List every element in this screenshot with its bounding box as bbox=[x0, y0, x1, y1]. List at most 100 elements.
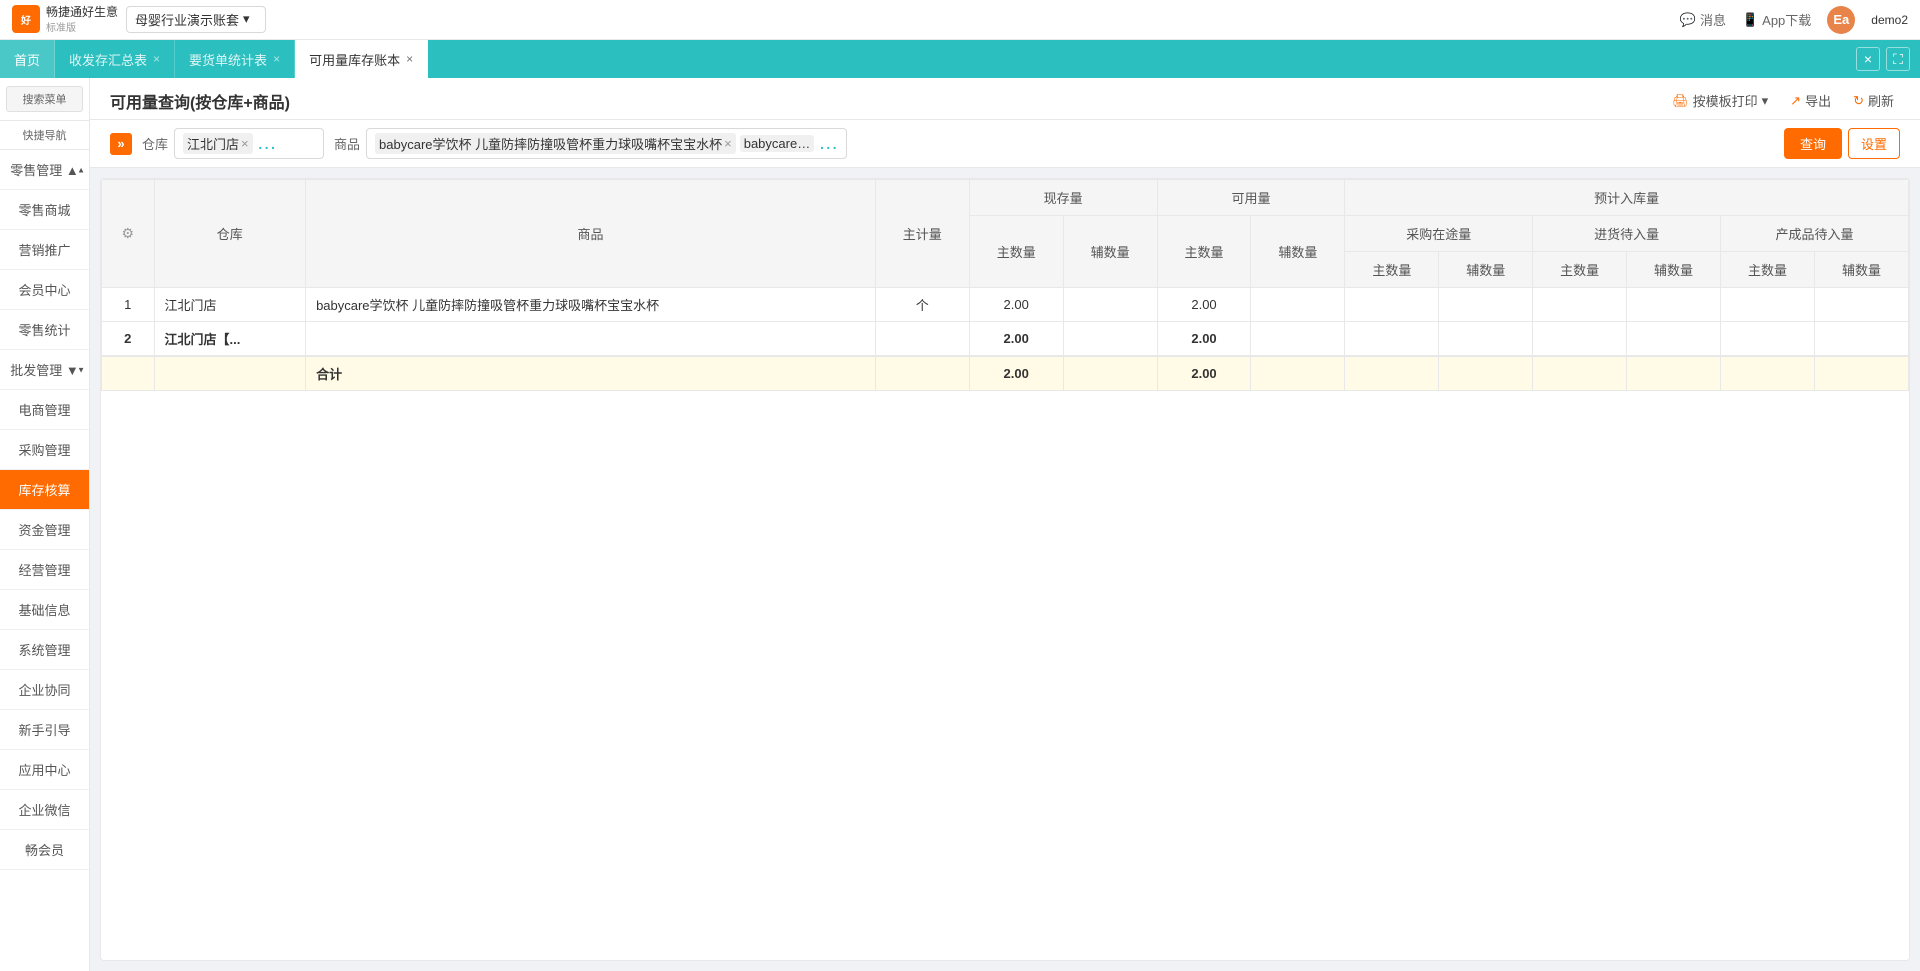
footer-current-aux bbox=[1063, 356, 1157, 391]
footer-label: 合计 bbox=[306, 356, 876, 391]
sidebar-item-app-center[interactable]: 应用中心 bbox=[0, 750, 89, 790]
footer-available-main: 2.00 bbox=[1157, 356, 1251, 391]
refresh-button[interactable]: ↻ 刷新 bbox=[1847, 88, 1900, 113]
filter-toggle-icon: » bbox=[117, 136, 124, 151]
quick-nav-button[interactable]: 快捷导航 bbox=[0, 121, 89, 150]
td-inbound-pending-main bbox=[1533, 288, 1627, 322]
sidebar-item-finance-mgmt-label: 资金管理 bbox=[18, 520, 70, 539]
sidebar-item-new-guide[interactable]: 新手引导 bbox=[0, 710, 89, 750]
export-button[interactable]: ↗ 导出 bbox=[1784, 88, 1837, 113]
td-product-pending-main bbox=[1721, 288, 1815, 322]
page-actions: 🖨 按模板打印 ▾ ↗ 导出 ↻ 刷新 bbox=[1666, 88, 1900, 113]
sidebar-item-purchase-mgmt[interactable]: 采购管理 bbox=[0, 430, 89, 470]
tab-order-stats[interactable]: 要货单统计表 × bbox=[175, 40, 295, 78]
warehouse-filter-tags[interactable]: 江北门店 × … bbox=[174, 128, 324, 159]
product-tag-more: babycare… bbox=[740, 135, 814, 152]
print-button[interactable]: 🖨 按模板打印 ▾ bbox=[1666, 88, 1774, 113]
td-inbound-pending-main bbox=[1533, 322, 1627, 357]
sidebar-item-retail-stats-label: 零售统计 bbox=[18, 320, 70, 339]
print-label: 按模板打印 bbox=[1693, 91, 1758, 110]
refresh-label: 刷新 bbox=[1868, 91, 1894, 110]
config-icon[interactable]: ⚙ bbox=[121, 225, 134, 241]
sidebar-item-inventory-audit[interactable]: 库存核算 bbox=[0, 470, 89, 510]
sidebar-item-enterprise-wechat-label: 企业微信 bbox=[18, 800, 70, 819]
td-product bbox=[306, 322, 876, 357]
sidebar-item-retail-mall[interactable]: 零售商城 bbox=[0, 190, 89, 230]
sidebar-item-new-guide-label: 新手引导 bbox=[18, 720, 70, 739]
warehouse-tag-jiangbei-remove[interactable]: × bbox=[241, 136, 249, 151]
sidebar-item-marketing[interactable]: 营销推广 bbox=[0, 230, 89, 270]
sidebar-item-member-club[interactable]: 畅会员 bbox=[0, 830, 89, 870]
tab-available-inventory-label: 可用量库存账本 bbox=[309, 50, 400, 69]
td-available-main: 2.00 bbox=[1157, 322, 1251, 357]
sidebar-item-wholesale-mgmt[interactable]: 批发管理 ▼ bbox=[0, 350, 89, 390]
tab-receive-summary-label: 收发存汇总表 bbox=[69, 50, 147, 69]
warehouse-tag-jiangbei-label: 江北门店 bbox=[187, 134, 239, 153]
filter-toggle-button[interactable]: » bbox=[110, 133, 132, 155]
logo-area: 好 畅捷通好生意 标准版 bbox=[12, 5, 118, 34]
footer-product-pending-main bbox=[1721, 356, 1815, 391]
account-selector[interactable]: 母婴行业演示账套 ▾ bbox=[126, 6, 266, 33]
product-tag-main-label: babycare学饮杯 儿童防摔防撞吸管杯重力球吸嘴杯宝宝水杯 bbox=[379, 134, 722, 153]
app-download-button[interactable]: 📱 App下载 bbox=[1742, 10, 1811, 29]
export-icon: ↗ bbox=[1790, 93, 1801, 109]
sidebar-search-area: 搜索菜单 bbox=[0, 78, 89, 121]
sidebar-item-member-center[interactable]: 会员中心 bbox=[0, 270, 89, 310]
logo-line1: 畅捷通好生意 bbox=[46, 5, 118, 19]
sidebar-item-enterprise-wechat[interactable]: 企业微信 bbox=[0, 790, 89, 830]
th-available-main: 主数量 bbox=[1157, 216, 1251, 288]
product-tag-main-remove[interactable]: × bbox=[724, 136, 732, 151]
sidebar-item-ecommerce-mgmt[interactable]: 电商管理 bbox=[0, 390, 89, 430]
product-filter: 商品 babycare学饮杯 儿童防摔防撞吸管杯重力球吸嘴杯宝宝水杯 × bab… bbox=[334, 128, 847, 159]
footer-empty3 bbox=[875, 356, 969, 391]
th-config[interactable]: ⚙ bbox=[102, 180, 155, 288]
product-more-button[interactable]: … bbox=[818, 132, 838, 155]
td-product: babycare学饮杯 儿童防摔防撞吸管杯重力球吸嘴杯宝宝水杯 bbox=[306, 288, 876, 322]
user-name[interactable]: demo2 bbox=[1871, 13, 1908, 27]
th-inbound-pending-group: 进货待入量 bbox=[1533, 216, 1721, 252]
warehouse-more-button[interactable]: … bbox=[257, 132, 277, 155]
tab-receive-summary-close[interactable]: × bbox=[153, 52, 160, 66]
setting-button[interactable]: 设置 bbox=[1848, 128, 1900, 159]
tab-order-stats-close[interactable]: × bbox=[273, 52, 280, 66]
sidebar-item-system-mgmt[interactable]: 系统管理 bbox=[0, 630, 89, 670]
tab-home[interactable]: 首页 bbox=[0, 40, 55, 78]
tab-expand-button[interactable]: ⛶ bbox=[1886, 47, 1910, 71]
footer-available-aux bbox=[1251, 356, 1345, 391]
tab-available-inventory-close[interactable]: × bbox=[406, 52, 413, 66]
sidebar-item-retail-mgmt[interactable]: 零售管理 ▲ bbox=[0, 150, 89, 190]
tab-available-inventory[interactable]: 可用量库存账本 × bbox=[295, 40, 428, 78]
sidebar-item-basic-info[interactable]: 基础信息 bbox=[0, 590, 89, 630]
message-button[interactable]: 💬 消息 bbox=[1680, 10, 1726, 29]
footer-empty1 bbox=[102, 356, 155, 391]
app-download-icon: 📱 bbox=[1742, 12, 1758, 28]
th-current-main: 主数量 bbox=[969, 216, 1063, 288]
sidebar-item-retail-stats[interactable]: 零售统计 bbox=[0, 310, 89, 350]
sidebar-item-enterprise-collab[interactable]: 企业协同 bbox=[0, 670, 89, 710]
th-current-stock-group: 现存量 bbox=[969, 180, 1157, 216]
tab-receive-summary[interactable]: 收发存汇总表 × bbox=[55, 40, 175, 78]
td-purchase-transit-main bbox=[1345, 322, 1439, 357]
product-filter-tags[interactable]: babycare学饮杯 儿童防摔防撞吸管杯重力球吸嘴杯宝宝水杯 × babyca… bbox=[366, 128, 847, 159]
table-footer-row: 合计 2.00 2.00 bbox=[102, 356, 1909, 391]
th-purchase-transit-main: 主数量 bbox=[1345, 252, 1439, 288]
td-purchase-transit-aux bbox=[1439, 322, 1533, 357]
sidebar-item-operations-mgmt[interactable]: 经营管理 bbox=[0, 550, 89, 590]
message-icon: 💬 bbox=[1680, 12, 1696, 28]
tab-close-button[interactable]: × bbox=[1856, 47, 1880, 71]
account-selector-label: 母婴行业演示账套 bbox=[135, 10, 239, 29]
sidebar-item-retail-mall-label: 零售商城 bbox=[18, 200, 70, 219]
td-available-aux bbox=[1251, 288, 1345, 322]
td-product-pending-aux bbox=[1814, 288, 1908, 322]
sidebar-item-member-club-label: 畅会员 bbox=[25, 840, 64, 859]
sidebar-item-operations-mgmt-label: 经营管理 bbox=[18, 560, 70, 579]
th-product: 商品 bbox=[306, 180, 876, 288]
footer-product-pending-aux bbox=[1814, 356, 1908, 391]
refresh-icon: ↻ bbox=[1853, 93, 1864, 109]
sidebar-item-finance-mgmt[interactable]: 资金管理 bbox=[0, 510, 89, 550]
logo-text-block: 畅捷通好生意 标准版 bbox=[46, 5, 118, 34]
td-purchase-transit-main bbox=[1345, 288, 1439, 322]
search-menu-button[interactable]: 搜索菜单 bbox=[6, 86, 83, 112]
product-filter-label: 商品 bbox=[334, 134, 360, 153]
query-button[interactable]: 查询 bbox=[1784, 128, 1842, 159]
